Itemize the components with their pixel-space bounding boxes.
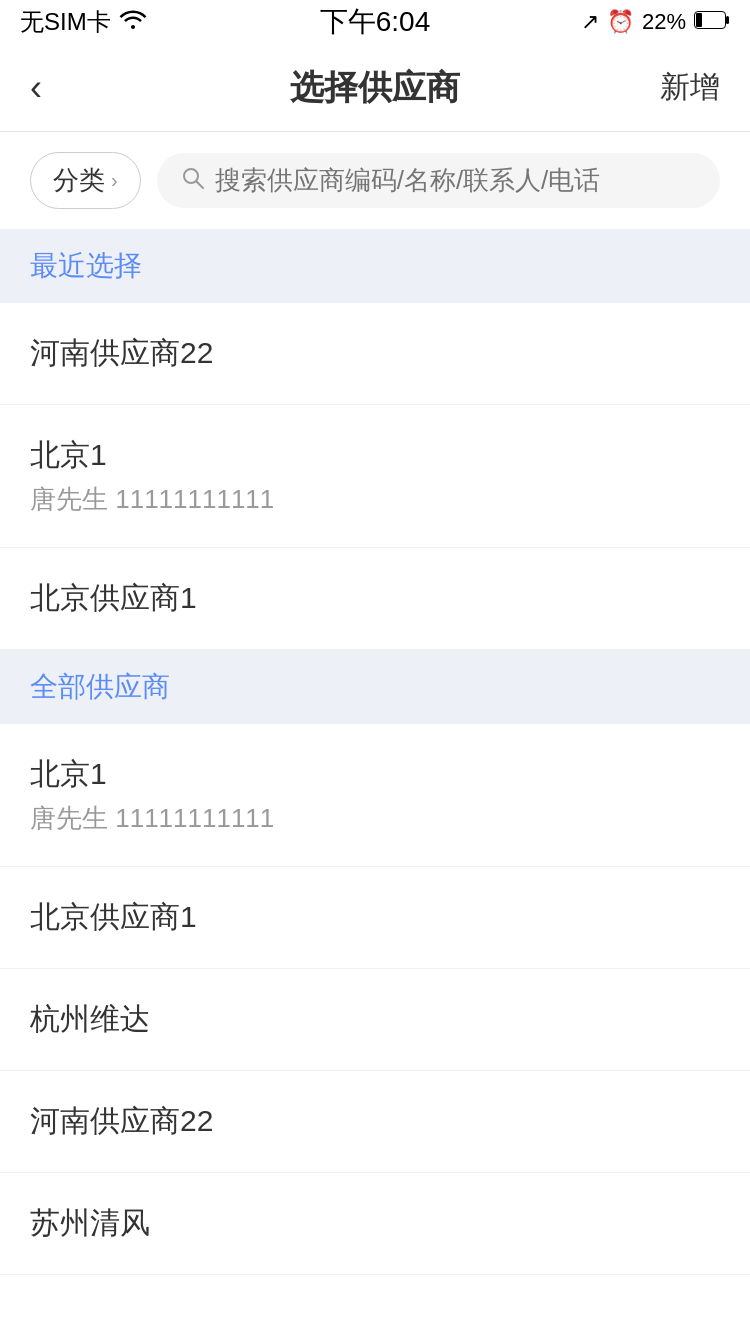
back-button[interactable]: ‹ [30, 67, 90, 109]
svg-rect-1 [696, 13, 702, 27]
item-name: 河南供应商22 [30, 1101, 720, 1142]
item-name: 河南供应商22 [30, 333, 720, 374]
list-item[interactable]: 河南供应商22 [0, 1071, 750, 1173]
item-name: 苏州清风 [30, 1203, 720, 1244]
item-name: 北京1 [30, 435, 720, 476]
status-bar-right: ↗ ⏰ 22% [581, 9, 730, 35]
list-item[interactable]: 北京1 唐先生 11111111111 [0, 724, 750, 867]
battery-icon [694, 9, 730, 35]
search-input[interactable] [215, 165, 696, 196]
add-new-button[interactable]: 新增 [660, 67, 720, 108]
search-icon [181, 166, 205, 196]
wifi-icon [119, 8, 147, 36]
status-bar: 无SIM卡 下午6:04 ↗ ⏰ 22% [0, 0, 750, 44]
list-item[interactable]: 北京1 唐先生 11111111111 [0, 405, 750, 548]
section-header-recent: 最近选择 [0, 229, 750, 303]
status-bar-left: 无SIM卡 [20, 6, 147, 38]
search-wrapper[interactable] [157, 153, 720, 208]
svg-line-4 [196, 181, 203, 188]
svg-rect-2 [726, 16, 729, 24]
item-name: 北京供应商1 [30, 897, 720, 938]
alarm-icon: ⏰ [607, 9, 634, 35]
list-item[interactable]: 河南供应商22 [0, 303, 750, 405]
nav-bar: ‹ 选择供应商 新增 [0, 44, 750, 132]
category-button[interactable]: 分类 › [30, 152, 141, 209]
item-name: 北京1 [30, 754, 720, 795]
item-contact: 唐先生 11111111111 [30, 801, 720, 836]
category-label: 分类 [53, 163, 105, 198]
chevron-right-icon: › [111, 169, 118, 192]
sim-status: 无SIM卡 [20, 6, 111, 38]
list-item[interactable]: 苏州清风 [0, 1173, 750, 1275]
item-name: 北京供应商1 [30, 578, 720, 619]
filter-bar: 分类 › [0, 132, 750, 229]
item-name: 杭州维达 [30, 999, 720, 1040]
list-item[interactable]: 北京供应商1 [0, 548, 750, 650]
location-icon: ↗ [581, 9, 599, 35]
status-bar-time: 下午6:04 [320, 3, 431, 41]
list-item[interactable]: 杭州维达 [0, 969, 750, 1071]
section-header-all: 全部供应商 [0, 650, 750, 724]
sections-container: 最近选择河南供应商22 北京1 唐先生 11111111111 北京供应商1 全部供应商… [0, 229, 750, 1275]
item-contact: 唐先生 11111111111 [30, 482, 720, 517]
battery-level: 22% [642, 9, 686, 35]
list-item[interactable]: 北京供应商1 [0, 867, 750, 969]
page-title: 选择供应商 [290, 65, 460, 111]
